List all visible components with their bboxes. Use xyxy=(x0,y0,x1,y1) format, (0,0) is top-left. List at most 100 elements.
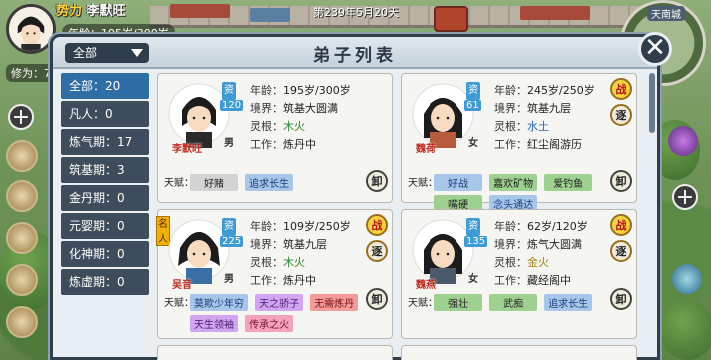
close-icon[interactable]: ✕ xyxy=(638,32,672,66)
disciple-name: 魏荷 xyxy=(416,144,436,155)
disciple-name: 吴音 xyxy=(172,280,192,291)
player-avatar[interactable] xyxy=(6,4,56,54)
filter-dropdown[interactable]: 全部 xyxy=(65,43,149,63)
sidebar-item-label: 元婴期：0 xyxy=(69,219,125,233)
aptitude-value: 135 xyxy=(464,236,488,247)
disciple-card[interactable] xyxy=(157,345,393,360)
battle-button[interactable]: 战 xyxy=(366,214,388,236)
realm-value: 筑基九层 xyxy=(283,238,327,251)
battle-button[interactable]: 战 xyxy=(610,78,632,100)
roof xyxy=(250,8,290,22)
disciple-card[interactable] xyxy=(401,345,637,360)
root-label: 灵根： xyxy=(250,256,283,269)
disciple-card[interactable]: 名人 资 225 吴音 男 年龄：109岁/250岁 境界：筑基九层 灵根：木火… xyxy=(156,209,393,339)
talent-tag: 莫欺少年穷 xyxy=(190,294,248,311)
talent-tag: 嘉欢矿物 xyxy=(489,174,538,191)
age-value: 62岁/120岁 xyxy=(527,220,588,233)
roof xyxy=(520,6,590,20)
right-add-button[interactable]: + xyxy=(672,184,698,210)
talent-tag: 武痴 xyxy=(489,294,538,311)
sidebar-item-qi-refining[interactable]: 炼气期：17 xyxy=(61,129,149,155)
sidebar-item-mortal[interactable]: 凡人：0 xyxy=(61,101,149,127)
side-menu-button[interactable] xyxy=(6,222,38,254)
realm-label: 境界： xyxy=(494,102,527,115)
root-value: 水土 xyxy=(527,120,549,133)
disciple-card[interactable]: 资 120 李默旺 男 年龄：195岁/300岁 境界：筑基大圆满 灵根：木火 … xyxy=(157,73,393,203)
sidebar-item-golden-core[interactable]: 金丹期：0 xyxy=(61,185,149,211)
age-value: 245岁/250岁 xyxy=(527,84,595,97)
job-value: 藏经阁中 xyxy=(527,274,571,287)
disciple-info: 年龄：62岁/120岁 境界：炼气大圆满 灵根：金火 工作：藏经阁中 xyxy=(494,218,588,290)
disciple-gender: 男 xyxy=(224,138,234,149)
sidebar-item-label: 炼虚期：0 xyxy=(69,275,125,289)
aptitude-icon: 资 xyxy=(466,218,480,236)
job-value: 炼丹中 xyxy=(283,274,316,287)
talent-tag: 追求长生 xyxy=(245,174,294,191)
disciple-gender: 女 xyxy=(468,274,478,285)
sidebar-item-all[interactable]: 全部：20 xyxy=(61,73,149,99)
job-label: 工作： xyxy=(494,138,527,151)
root-value: 金火 xyxy=(527,256,549,269)
scrollbar[interactable] xyxy=(649,73,655,133)
talent-tag: 追求长生 xyxy=(544,294,593,311)
crystal-icon[interactable] xyxy=(672,264,702,294)
side-menu-button[interactable] xyxy=(6,180,38,212)
disciple-gender: 男 xyxy=(224,274,234,285)
tree xyxy=(660,300,711,360)
player-name-bar: 势力 李默旺 xyxy=(56,0,126,19)
talent-tag: 无需炼丹 xyxy=(310,294,359,311)
add-button[interactable]: + xyxy=(8,104,34,130)
talent-tag: 强壮 xyxy=(434,294,482,311)
aptitude-icon: 资 xyxy=(222,82,236,100)
talent-tags: 强壮 武痴 追求长生 xyxy=(434,292,606,313)
battle-button[interactable]: 战 xyxy=(610,214,632,236)
talent-tag: 天生领袖 xyxy=(190,315,238,332)
sidebar-item-label: 炼气期：17 xyxy=(69,135,133,149)
disciple-info: 年龄：195岁/300岁 境界：筑基大圆满 灵根：木火 工作：炼丹中 xyxy=(250,82,351,154)
disciple-name: 李默旺 xyxy=(172,144,202,155)
root-label: 灵根： xyxy=(250,120,283,133)
sidebar-item-void-refining[interactable]: 炼虚期：0 xyxy=(61,269,149,295)
realm-label: 境界： xyxy=(250,238,283,251)
unequip-button[interactable]: 卸 xyxy=(610,170,632,192)
root-label: 灵根： xyxy=(494,120,527,133)
disciple-card[interactable]: 资 61 魏荷 女 年龄：245岁/250岁 境界：筑基九层 灵根：水土 工作：… xyxy=(401,73,637,212)
disciple-gender: 女 xyxy=(468,138,478,149)
talent-tag: 好战 xyxy=(434,174,482,191)
realm-label: 境界： xyxy=(494,238,527,251)
talent-tags: 好赌 追求长生 xyxy=(190,172,362,193)
game-date: 第239年5月20天 xyxy=(313,6,399,19)
sidebar-item-label: 筑基期：3 xyxy=(69,163,125,177)
side-menu-button[interactable] xyxy=(6,264,38,296)
realm-value: 筑基大圆满 xyxy=(283,102,338,115)
disciple-name: 魏燕 xyxy=(416,280,436,291)
sidebar-item-label: 化神期：0 xyxy=(69,247,125,261)
realm-value: 筑基九层 xyxy=(527,102,571,115)
disciple-info: 年龄：109岁/250岁 境界：筑基九层 灵根：木火 工作：炼丹中 xyxy=(250,218,351,290)
disciple-card[interactable]: 资 135 魏燕 女 年龄：62岁/120岁 境界：炼气大圆满 灵根：金火 工作… xyxy=(401,209,637,339)
expel-button[interactable]: 逐 xyxy=(610,104,632,126)
unequip-button[interactable]: 卸 xyxy=(610,288,632,310)
talent-tags: 好战 嘉欢矿物 爱钓鱼 嘴硬 念头通达 xyxy=(434,172,606,214)
sidebar-item-foundation[interactable]: 筑基期：3 xyxy=(61,157,149,183)
age-label: 年龄： xyxy=(250,220,283,233)
realm-label: 境界： xyxy=(250,102,283,115)
sidebar-item-nascent-soul[interactable]: 元婴期：0 xyxy=(61,213,149,239)
expel-button[interactable]: 逐 xyxy=(366,240,388,262)
unequip-button[interactable]: 卸 xyxy=(366,170,388,192)
sidebar-item-spirit-severing[interactable]: 化神期：0 xyxy=(61,241,149,267)
treasure-chest-icon[interactable] xyxy=(434,6,468,32)
side-menu-button[interactable] xyxy=(6,306,38,338)
age-label: 年龄： xyxy=(494,84,527,97)
sidebar-item-label: 金丹期：0 xyxy=(69,191,125,205)
expel-button[interactable]: 逐 xyxy=(610,240,632,262)
age-label: 年龄： xyxy=(494,220,527,233)
aptitude-icon: 资 xyxy=(466,82,480,100)
talent-tag: 天之骄子 xyxy=(255,294,304,311)
talent-tags: 莫欺少年穷 天之骄子 无需炼丹 天生领袖 传承之火 xyxy=(190,292,362,334)
side-menu-button[interactable] xyxy=(6,140,38,172)
aptitude-icon: 资 xyxy=(222,218,236,236)
root-value: 木火 xyxy=(283,120,305,133)
unequip-button[interactable]: 卸 xyxy=(366,288,388,310)
purple-orb-icon[interactable] xyxy=(668,126,698,156)
